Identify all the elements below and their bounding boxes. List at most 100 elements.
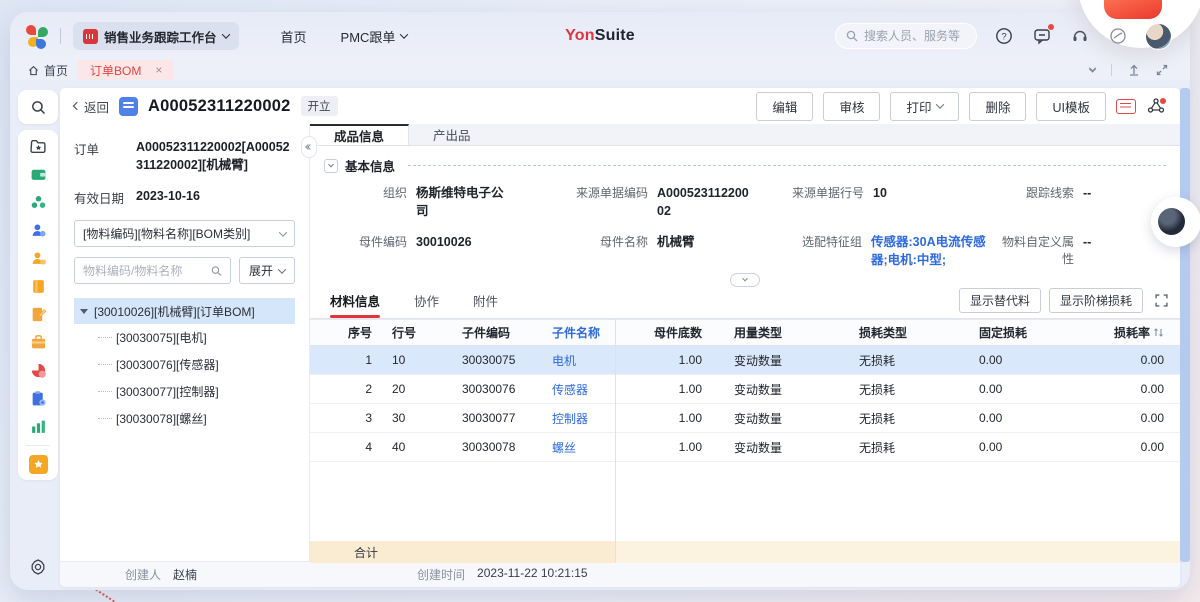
nav-right-cluster: ? [835,12,1172,60]
global-search[interactable] [835,23,977,49]
divider [26,445,50,446]
tab-home[interactable]: 首页 [28,60,78,80]
star-app-icon[interactable] [28,455,48,474]
child-name-link[interactable]: 电机 [548,352,615,369]
close-icon[interactable]: × [155,63,162,77]
person-blue-icon[interactable] [29,221,48,240]
tree-node-child[interactable]: [30030078][螺丝] [74,405,295,432]
notebook-icon[interactable] [29,277,48,296]
subtab-attachments[interactable]: 附件 [467,291,504,318]
valid-date-value: 2023-10-16 [136,189,200,204]
material-search-input[interactable] [83,263,208,278]
subtab-material[interactable]: 材料信息 [324,291,386,318]
frozen-column-divider [615,319,616,563]
back-button[interactable]: 返回 [72,97,109,116]
detail-tabs: 成品信息 产出品 [310,124,1180,146]
table-header-row: 序号 行号 子件编码 子件名称 母件底数 用量类型 损耗类型 固定损耗 损耗率 [310,319,1180,346]
notification-dot [1160,98,1166,104]
expand-tree-button[interactable]: 展开 [238,257,295,285]
tab-list-icon[interactable] [1088,64,1097,73]
show-step-loss-button[interactable]: 显示阶梯损耗 [1048,288,1143,313]
clipboard-gear-icon[interactable] [29,389,48,408]
relations-icon[interactable] [1146,97,1166,115]
bar-chart-icon[interactable] [29,417,48,436]
favorites-folder-icon[interactable] [29,137,48,156]
divider [60,28,61,44]
person-orange-icon[interactable] [29,249,48,268]
global-search-input[interactable] [864,29,964,43]
doc-body: 订单 A00052311220002[A00052311220002][机械臂]… [60,124,1180,563]
settings-gear-icon[interactable] [18,558,58,576]
material-search[interactable] [74,257,231,285]
finance-red-icon[interactable] [29,361,48,380]
show-substitutes-button[interactable]: 显示替代料 [958,288,1041,313]
sidebar-search-icon[interactable] [18,90,58,124]
divider [408,165,1166,166]
feature-link[interactable]: 传感器:30A电流传感器;电机:中型; [871,234,999,269]
child-name-link[interactable]: 螺丝 [548,439,615,456]
workspace-switcher[interactable]: 销售业务跟踪工作台 [73,22,239,50]
edit-button[interactable]: 编辑 [756,91,814,121]
detail-scroll: 基本信息 组织 杨斯维特电子公司 来源单据编码 A00052311220002 来源… [310,146,1180,563]
valid-date-label: 有效日期 [74,192,125,207]
messages-icon[interactable] [1031,24,1054,47]
workspace-name: 销售业务跟踪工作台 [104,30,217,45]
basic-info-title: 基本信息 [345,160,396,174]
tree-node-child[interactable]: [30030076][传感器] [74,351,295,378]
main-card: 返回 A00052311220002 开立 编辑 审核 打印 删除 UI模板 订… [60,88,1180,587]
app-launcher-icon[interactable] [26,25,48,49]
user-avatar[interactable] [1145,22,1172,50]
chevron-down-icon [221,30,230,39]
support-headset-icon[interactable] [1069,25,1091,47]
fullscreen-icon[interactable] [1156,64,1168,76]
sidebar-app-panel [18,130,58,480]
tree-node-root[interactable]: [30010026][机械臂][订单BOM] [74,298,295,325]
org-field: 组织 杨斯维特电子公司 [382,186,504,218]
print-button[interactable]: 打印 [890,91,960,121]
table-row[interactable]: 3 30 30030077 控制器 1.00 变动数量 无损耗 0.00 0.0… [310,404,1180,433]
cluster-icon[interactable] [29,193,48,212]
audit-button[interactable]: 审核 [823,91,881,121]
section-toggle-pill[interactable] [730,273,760,287]
section-collapse-icon[interactable] [324,158,338,173]
nav-item-home[interactable]: 首页 [281,27,307,46]
tabbar-actions [1088,60,1168,80]
workspace-logo-icon [83,28,98,44]
caret-down-icon[interactable] [80,308,88,314]
total-label: 合计 [354,545,379,560]
child-name-link[interactable]: 控制器 [548,410,615,427]
panel-collapse-icon[interactable] [301,136,317,158]
sort-filter-icon[interactable] [1153,327,1164,338]
tree-node-child[interactable]: [30030077][控制器] [74,378,295,405]
doc-number-title: A00052311220002 [148,96,291,115]
keyboard-shortcuts-icon[interactable] [1116,98,1136,114]
nav-item-pmc[interactable]: PMC跟单 [341,27,409,46]
tab-output[interactable]: 产出品 [409,124,495,145]
theme-skin-icon[interactable] [1107,25,1129,47]
app-window: 销售业务跟踪工作台 首页 PMC跟单 YonSuite ? [10,12,1190,590]
help-icon[interactable]: ? [993,25,1015,47]
tree-node-child[interactable]: [30030075][电机] [74,324,295,351]
src-line-field: 来源单据行号 10 [791,186,887,200]
ui-template-button[interactable]: UI模板 [1036,91,1106,121]
search-icon [211,266,222,276]
delete-button[interactable]: 删除 [969,91,1027,121]
top-navbar: 销售业务跟踪工作台 首页 PMC跟单 YonSuite ? [10,12,1190,60]
doc-edit-icon[interactable] [29,305,48,324]
table-row[interactable]: 4 40 30030078 螺丝 1.00 变动数量 无损耗 0.00 0.00 [310,433,1180,462]
table-row[interactable]: 1 10 30030075 电机 1.00 变动数量 无损耗 0.00 0.00 [310,346,1180,375]
briefcase-icon[interactable] [29,333,48,352]
grid-fullscreen-icon[interactable] [1155,294,1168,307]
edge-assistant-button[interactable] [1151,197,1200,247]
share-up-icon[interactable] [1128,64,1140,76]
table-row[interactable]: 2 20 30030076 传感器 1.00 变动数量 无损耗 0.00 0.0… [310,375,1180,404]
doc-statusbar: 创建人 赵楠 创建时间 2023-11-22 10:21:15 [60,561,1180,587]
tab-order-bom[interactable]: 订单BOM × [78,60,175,80]
detail-panel: 成品信息 产出品 基本信息 组织 杨斯维特电子公司 来源单据编码 A00052311… [310,124,1180,563]
subtab-collaboration[interactable]: 协作 [408,291,445,318]
tab-product-info[interactable]: 成品信息 [310,124,410,145]
display-mode-select[interactable]: [物料编码][物料名称][BOM类别] [74,220,295,248]
wallet-icon[interactable] [29,165,48,184]
child-name-link[interactable]: 传感器 [548,381,615,398]
creator-value: 赵楠 [173,568,198,582]
